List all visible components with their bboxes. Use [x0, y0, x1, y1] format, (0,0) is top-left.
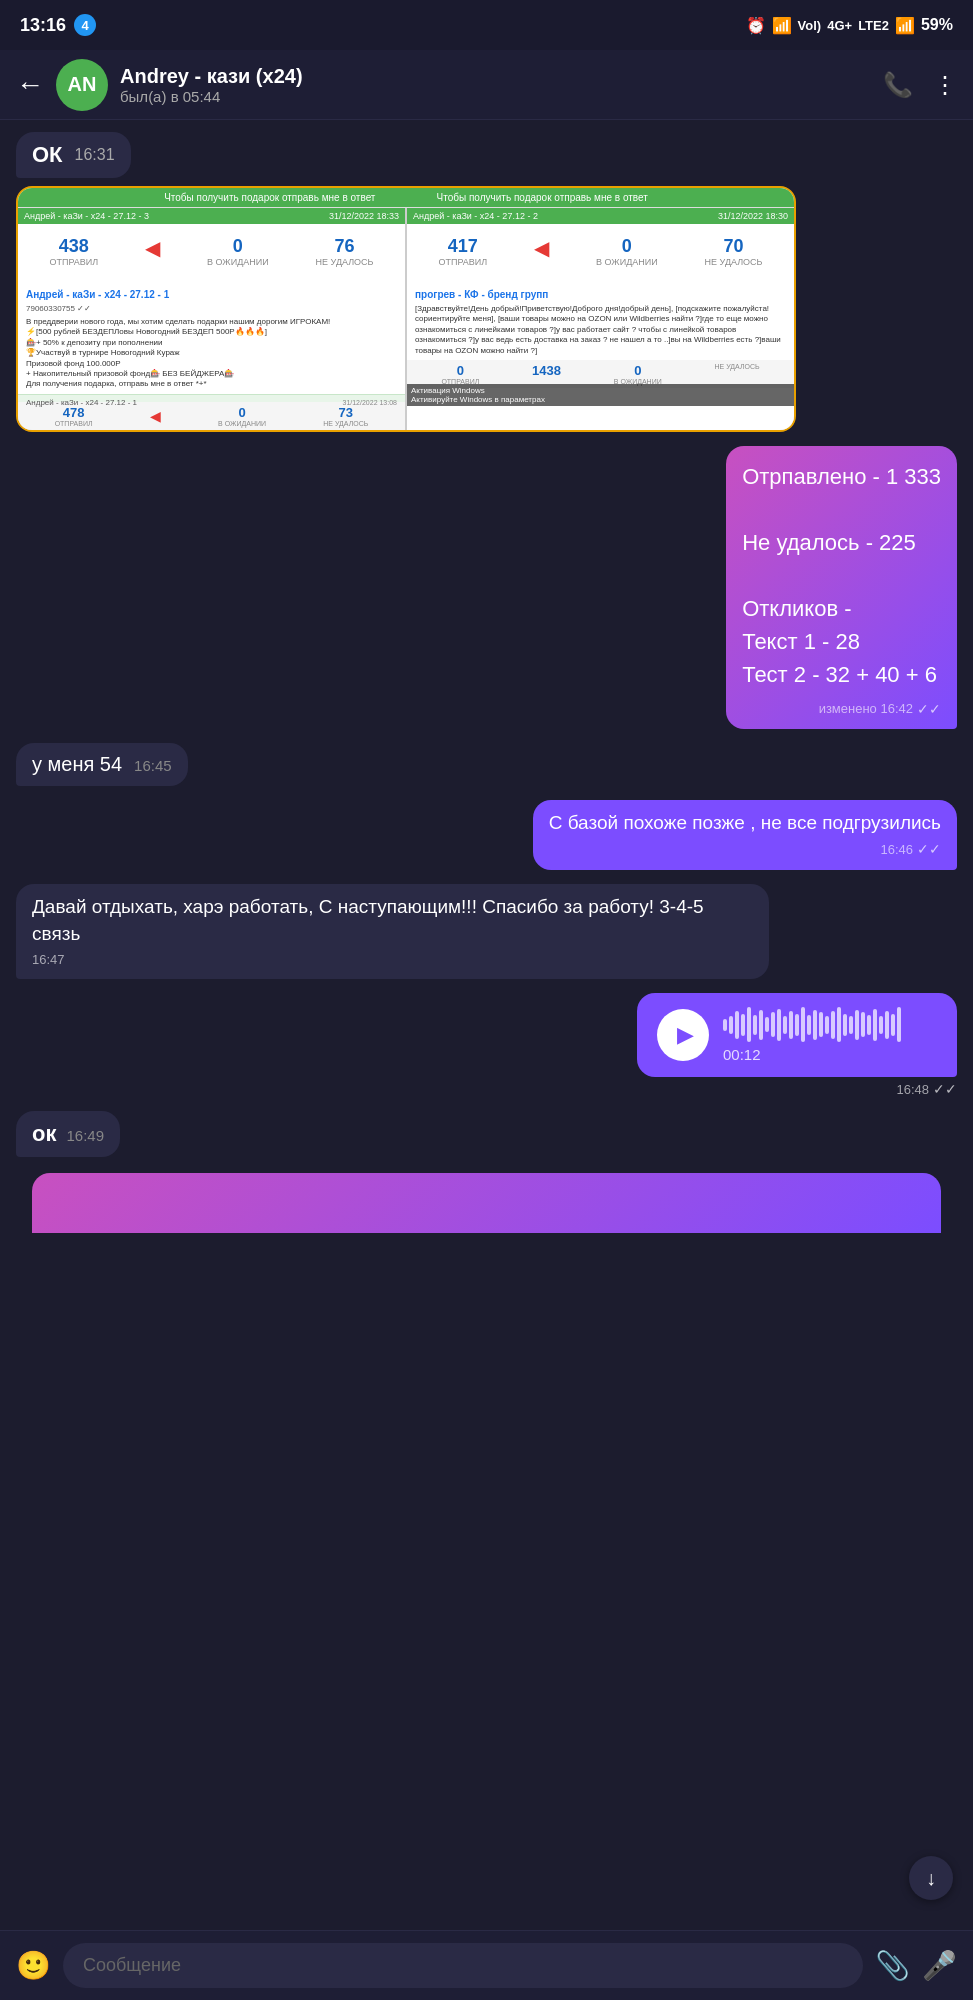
sc-group-4: прогрев - КФ - бренд групп	[415, 289, 786, 300]
msg-time-7: 16:49	[66, 1127, 104, 1144]
sc-sent-label-2: ОТПРАВИЛ	[438, 257, 487, 267]
big-message-bubble: Отрпавлено - 1 333 Не удалось - 225 Откл…	[726, 446, 957, 729]
input-bar: 🙂 📎 🎤	[0, 1930, 973, 2000]
lte-icon: LTE2	[858, 18, 889, 33]
back-button[interactable]: ←	[16, 69, 44, 101]
message-bubble-1: ОК 16:31 Чтобы получить подарок отправь …	[16, 132, 796, 432]
sc-f-pending-3: 0	[218, 405, 266, 420]
message-row-2: Отрпавлено - 1 333 Не удалось - 225 Откл…	[16, 446, 957, 729]
msg-text-5: Давай отдыхать, харэ работать, С наступа…	[32, 894, 753, 947]
ok-text: ОК 16:31	[16, 132, 131, 178]
msg-text-4: С базой похоже позже , не все подгрузили…	[549, 810, 941, 837]
sc-f-sent-4: 0	[441, 363, 479, 378]
sc-date-1: 31/12/2022 18:33	[329, 211, 399, 221]
message-row-7: ок 16:49	[16, 1111, 957, 1157]
waveform	[723, 1007, 937, 1042]
contact-name: Andrey - кази (х24)	[120, 65, 883, 88]
sc-failed-label-2: НЕ УДАЛОСЬ	[705, 257, 763, 267]
sc-failed-label-1: НЕ УДАЛОСЬ	[316, 257, 374, 267]
voice-message-bubble: ▶ 00:12 16:48 ✓✓	[637, 993, 957, 1097]
sc-failed-2: 70	[705, 236, 763, 257]
alarm-icon: ⏰	[746, 16, 766, 35]
header-info: Andrey - кази (х24) был(а) в 05:44	[120, 65, 883, 105]
sc-failed-1: 76	[316, 236, 374, 257]
message-row-4: С базой похоже позже , не все подгрузили…	[16, 800, 957, 870]
sc-phone-3: 79060330755 ✓✓	[26, 304, 397, 313]
bottom-teaser	[32, 1173, 941, 1233]
voice-duration: 00:12	[723, 1046, 937, 1063]
msg-time-4: 16:46 ✓✓	[549, 840, 941, 860]
ok-last-bubble: ок 16:49	[16, 1111, 120, 1157]
avatar: AN	[56, 59, 108, 111]
scroll-down-button[interactable]: ↓	[909, 1856, 953, 1900]
status-left: 13:16 4	[20, 14, 96, 36]
message-row-5: Давай отдыхать, харэ работать, С наступа…	[16, 884, 957, 979]
msg-time-2: изменено 16:42 ✓✓	[726, 701, 957, 729]
chat-area: ОК 16:31 Чтобы получить подарок отправь …	[0, 120, 973, 2000]
play-icon: ▶	[677, 1022, 694, 1048]
time: 13:16	[20, 15, 66, 36]
sc-f-val2-4: 1438	[532, 363, 561, 378]
sc-date-2: 31/12/2022 18:30	[718, 211, 788, 221]
windows-overlay: Активация WindowsАктивируйте Windows в п…	[407, 384, 794, 406]
message-row-8	[16, 1173, 957, 1233]
attach-button[interactable]: 📎	[875, 1949, 910, 1982]
msg-time-3: 16:45	[134, 757, 172, 774]
emoji-button[interactable]: 🙂	[16, 1949, 51, 1982]
last-seen: был(а) в 05:44	[120, 88, 883, 105]
big-msg-text: Отрпавлено - 1 333 Не удалось - 225 Откл…	[726, 446, 957, 697]
msg-text-3: у меня 54	[32, 753, 122, 776]
mic-button[interactable]: 🎤	[922, 1949, 957, 1982]
sc-group-2: Андрей - каЗи - х24 - 27.12 - 2	[413, 211, 538, 221]
sc-pending-2: 0	[596, 236, 658, 257]
message-input[interactable]	[63, 1943, 863, 1988]
voice-msg-time: 16:48 ✓✓	[637, 1081, 957, 1097]
message-row: ОК 16:31 Чтобы получить подарок отправь …	[16, 132, 957, 432]
header-actions: 📞 ⋮	[883, 71, 957, 99]
sc-sent-label-1: ОТПРАВИЛ	[49, 257, 98, 267]
sc-text-3: В преддверии нового года, мы хотим сдела…	[26, 317, 397, 390]
more-options-button[interactable]: ⋮	[933, 71, 957, 99]
bubble-3: у меня 54 16:45	[16, 743, 188, 786]
sc-group-1: Андрей - каЗи - х24 - 27.12 - 3	[24, 211, 149, 221]
checkmarks-4: ✓✓	[917, 840, 941, 860]
message-row-3: у меня 54 16:45	[16, 743, 957, 786]
status-right: ⏰ 📶 Vol) 4G+ LTE2 📶 59%	[746, 16, 953, 35]
msg-time-5: 16:47	[32, 951, 753, 969]
battery-icon: 59%	[921, 16, 953, 34]
signal-icon: 📶	[772, 16, 792, 35]
play-button[interactable]: ▶	[657, 1009, 709, 1061]
sc-text-4: [Здравствуйте!День добрый!Приветствую!До…	[415, 304, 786, 356]
call-button[interactable]: 📞	[883, 71, 913, 99]
sc-f-failed-3: 73	[323, 405, 368, 420]
signal2-icon: 📶	[895, 16, 915, 35]
notification-badge: 4	[74, 14, 96, 36]
sc-sent-2: 417	[438, 236, 487, 257]
sc-f-pending-4: 0	[614, 363, 662, 378]
sc-sent-1: 438	[49, 236, 98, 257]
message-row-6: ▶ 00:12 16:48 ✓✓	[16, 993, 957, 1097]
checkmarks-2: ✓✓	[917, 701, 941, 717]
4g-icon: 4G+	[827, 18, 852, 33]
bubble-4: С базой похоже позже , не все подгрузили…	[533, 800, 957, 870]
sc-pending-1: 0	[207, 236, 269, 257]
sc-pending-label-1: В ОЖИДАНИИ	[207, 257, 269, 267]
bubble-5: Давай отдыхать, харэ работать, С наступа…	[16, 884, 769, 979]
msg-text-7: ок	[32, 1121, 56, 1147]
sc-f-sent-3: 478	[55, 405, 93, 420]
sc-pending-label-2: В ОЖИДАНИИ	[596, 257, 658, 267]
vol-icon: Vol)	[798, 18, 822, 33]
sc-group-3: Андрей - каЗи - х24 - 27.12 - 1	[26, 289, 397, 300]
chat-header: ← AN Andrey - кази (х24) был(а) в 05:44 …	[0, 50, 973, 120]
status-bar: 13:16 4 ⏰ 📶 Vol) 4G+ LTE2 📶 59%	[0, 0, 973, 50]
checkmarks-6: ✓✓	[933, 1081, 957, 1097]
